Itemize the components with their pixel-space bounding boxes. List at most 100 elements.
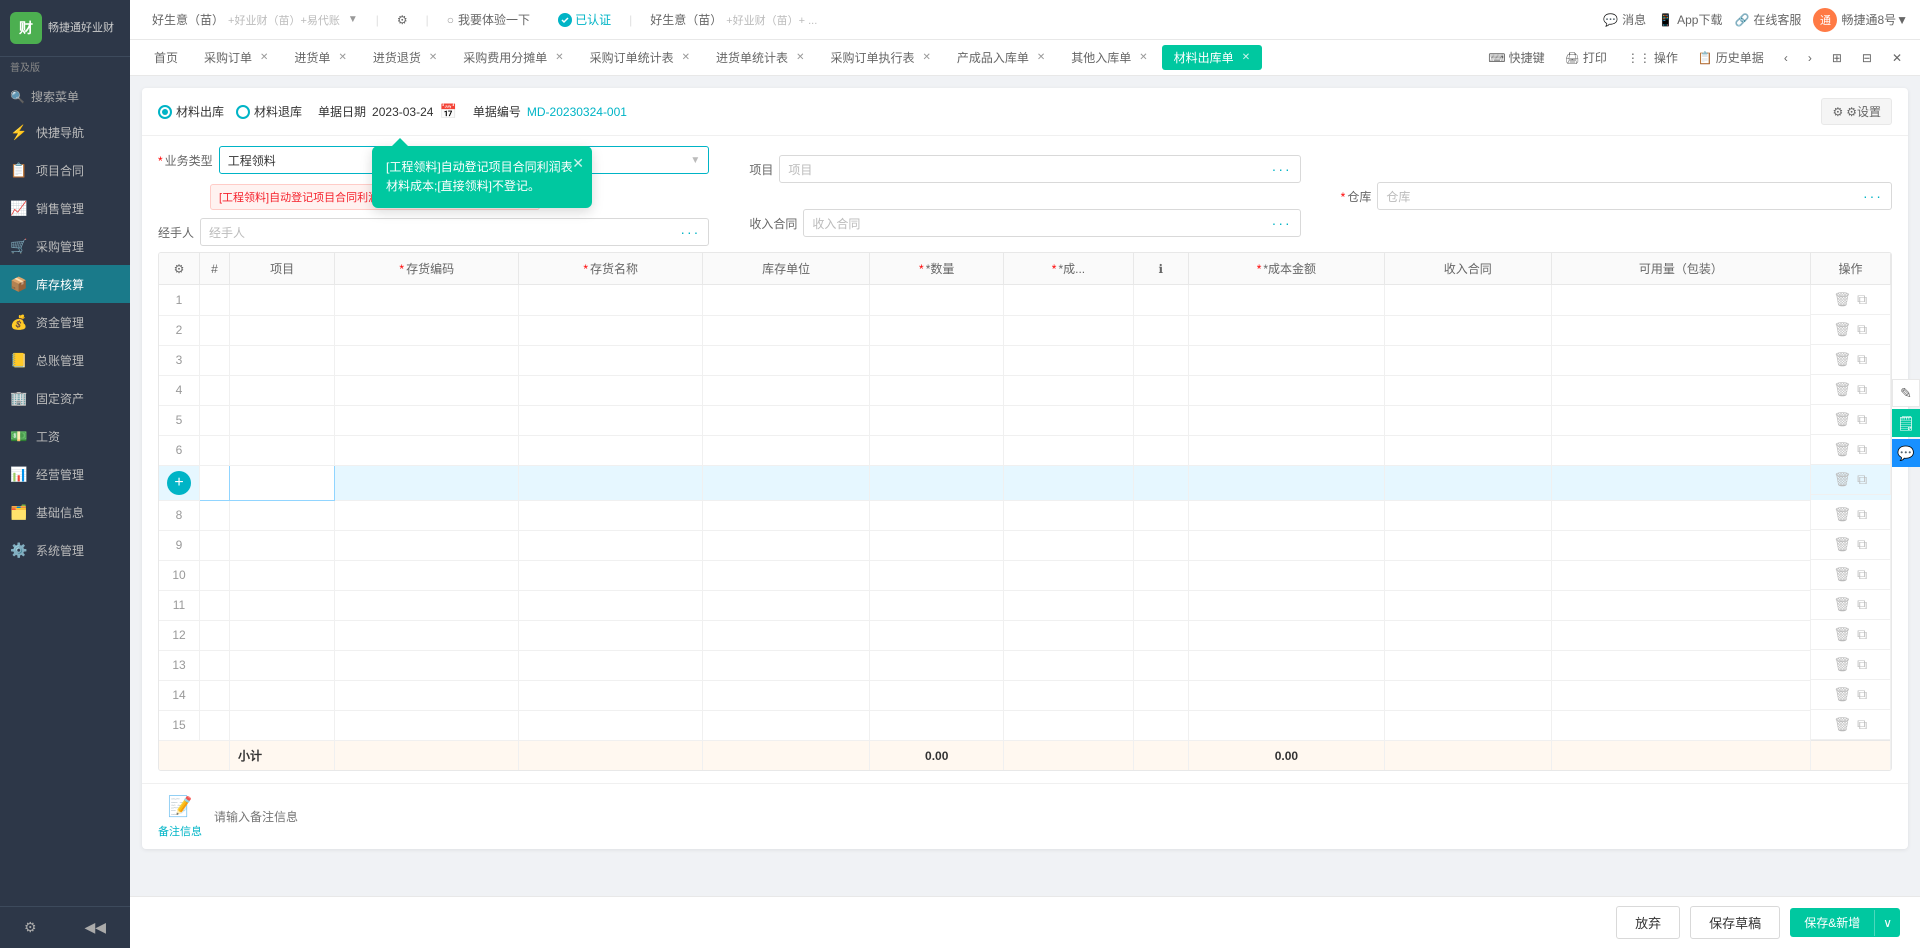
close-other-inbound-tab[interactable]: ✕: [1139, 52, 1147, 63]
topbar-online-service-btn[interactable]: 🔗 在线客服: [1734, 11, 1801, 28]
income-contract-dots-link[interactable]: ···: [1272, 215, 1292, 231]
secondbar-tab-purchase-fee[interactable]: 采购费用分摊单 ✕: [451, 45, 575, 70]
secondbar-tab-purchase-exec[interactable]: 采购订单执行表 ✕: [818, 45, 942, 70]
warehouse-dots-link[interactable]: ···: [1863, 188, 1883, 204]
copy-row-3-btn[interactable]: ⧉: [1857, 351, 1867, 368]
history-btn[interactable]: 📋 历史单据: [1692, 46, 1770, 69]
sidebar-collapse-btn[interactable]: ◀◀: [76, 915, 114, 940]
delete-row-5-btn[interactable]: 🗑: [1833, 411, 1851, 428]
form-settings-btn[interactable]: ⚙ ⚙设置: [1821, 98, 1892, 125]
delete-row-12-btn[interactable]: 🗑: [1833, 626, 1851, 643]
save-new-arrow-btn[interactable]: ∨: [1874, 910, 1900, 936]
income-contract-input[interactable]: 收入合同 ···: [803, 209, 1300, 237]
calendar-icon[interactable]: 📅: [439, 103, 456, 120]
copy-row-8-btn[interactable]: ⧉: [1857, 506, 1867, 523]
radio-material-return[interactable]: 材料退库: [236, 103, 302, 120]
delete-row-7-btn[interactable]: 🗑: [1833, 471, 1851, 488]
add-row-btn[interactable]: +: [167, 471, 191, 495]
save-new-main-btn[interactable]: 保存&新增: [1790, 908, 1874, 937]
topbar-trial-btn[interactable]: ○ 我要体验一下: [437, 7, 540, 32]
handler-dots-link[interactable]: ···: [680, 224, 700, 240]
sidebar-item-ops[interactable]: 📊 经营管理: [0, 455, 130, 493]
copy-row-6-btn[interactable]: ⧉: [1857, 441, 1867, 458]
secondbar-tab-other-inbound[interactable]: 其他入库单 ✕: [1059, 45, 1159, 70]
close-inbound-tab[interactable]: ✕: [338, 52, 346, 63]
close-window-btn[interactable]: ✕: [1886, 48, 1908, 68]
copy-row-4-btn[interactable]: ⧉: [1857, 381, 1867, 398]
delete-row-3-btn[interactable]: 🗑: [1833, 351, 1851, 368]
close-inbound-stat-tab[interactable]: ✕: [796, 52, 804, 63]
delete-row-9-btn[interactable]: 🗑: [1833, 536, 1851, 553]
sidebar-item-assets[interactable]: 🏢 固定资产: [0, 379, 130, 417]
prev-btn[interactable]: ‹: [1778, 48, 1794, 68]
copy-row-15-btn[interactable]: ⧉: [1857, 716, 1867, 733]
close-product-inbound-tab[interactable]: ✕: [1037, 52, 1045, 63]
close-purchase-exec-tab[interactable]: ✕: [922, 52, 930, 63]
handler-input[interactable]: 经手人 ···: [200, 218, 709, 246]
th-info-icon[interactable]: ℹ: [1133, 253, 1188, 285]
tooltip-close-btn[interactable]: ✕: [572, 152, 584, 174]
delete-row-1-btn[interactable]: 🗑: [1833, 291, 1851, 308]
delete-row-14-btn[interactable]: 🗑: [1833, 686, 1851, 703]
project-input[interactable]: 项目 ···: [779, 155, 1300, 183]
project-dots-link[interactable]: ···: [1272, 161, 1292, 177]
topbar-tab-good-business2[interactable]: 好生意（苗） +好业财（苗）+ ...: [640, 7, 827, 32]
th-settings[interactable]: ⚙: [159, 253, 200, 285]
delete-row-4-btn[interactable]: 🗑: [1833, 381, 1851, 398]
sidebar-settings-btn[interactable]: ⚙: [16, 915, 45, 940]
delete-row-15-btn[interactable]: 🗑: [1833, 716, 1851, 733]
print-btn[interactable]: 🖨 打印: [1559, 46, 1613, 69]
secondbar-tab-inbound-return[interactable]: 进货退货 ✕: [361, 45, 449, 70]
view-list-btn[interactable]: ⊞: [1826, 48, 1848, 68]
remarks-input[interactable]: [214, 799, 1892, 835]
close-inbound-return-tab[interactable]: ✕: [429, 52, 437, 63]
topbar-user-avatar[interactable]: 通 畅捷通8号▼: [1813, 8, 1908, 32]
save-draft-btn[interactable]: 保存草稿: [1690, 906, 1780, 939]
close-purchase-order-tab[interactable]: ✕: [260, 52, 268, 63]
sidebar-item-inventory[interactable]: 📦 库存核算: [0, 265, 130, 303]
sidebar-item-ledger[interactable]: 📒 总账管理: [0, 341, 130, 379]
secondbar-tab-purchase-stat[interactable]: 采购订单统计表 ✕: [578, 45, 702, 70]
sidebar-item-quicknav[interactable]: ⚡ 快捷导航: [0, 113, 130, 151]
copy-row-7-btn[interactable]: ⧉: [1857, 471, 1867, 488]
copy-row-11-btn[interactable]: ⧉: [1857, 596, 1867, 613]
close-material-out-tab[interactable]: ✕: [1242, 52, 1250, 63]
secondbar-tab-product-inbound[interactable]: 产成品入库单 ✕: [945, 45, 1057, 70]
sidebar-search[interactable]: 🔍 搜索菜单: [0, 80, 130, 113]
right-float-edit-btn[interactable]: ✎: [1892, 379, 1920, 407]
warehouse-input[interactable]: 仓库 ···: [1377, 182, 1892, 210]
view-grid-btn[interactable]: ⊟: [1856, 48, 1878, 68]
delete-row-10-btn[interactable]: 🗑: [1833, 566, 1851, 583]
secondbar-tab-inbound-stat[interactable]: 进货单统计表 ✕: [704, 45, 816, 70]
copy-row-14-btn[interactable]: ⧉: [1857, 686, 1867, 703]
sidebar-item-finance[interactable]: 💰 资金管理: [0, 303, 130, 341]
copy-row-5-btn[interactable]: ⧉: [1857, 411, 1867, 428]
copy-row-1-btn[interactable]: ⧉: [1857, 291, 1867, 308]
delete-row-2-btn[interactable]: 🗑: [1833, 321, 1851, 338]
abandon-btn[interactable]: 放弃: [1616, 906, 1680, 939]
topbar-settings-btn[interactable]: ⚙: [387, 9, 418, 31]
delete-row-6-btn[interactable]: 🗑: [1833, 441, 1851, 458]
topbar-message-btn[interactable]: 💬 消息: [1603, 11, 1646, 28]
right-float-blue-btn[interactable]: 💬: [1892, 439, 1920, 467]
close-purchase-fee-tab[interactable]: ✕: [555, 52, 563, 63]
copy-row-13-btn[interactable]: ⧉: [1857, 656, 1867, 673]
topbar-tab-good-business[interactable]: 好生意（苗） +好业财（苗）+易代账 ▼: [142, 7, 368, 32]
radio-material-out[interactable]: 材料出库: [158, 103, 224, 120]
secondbar-tab-purchase-order[interactable]: 采购订单 ✕: [192, 45, 280, 70]
copy-row-10-btn[interactable]: ⧉: [1857, 566, 1867, 583]
delete-row-8-btn[interactable]: 🗑: [1833, 506, 1851, 523]
delete-row-13-btn[interactable]: 🗑: [1833, 656, 1851, 673]
copy-row-9-btn[interactable]: ⧉: [1857, 536, 1867, 553]
sidebar-item-project[interactable]: 📋 项目合同: [0, 151, 130, 189]
right-float-green-btn[interactable]: 🗒: [1892, 409, 1920, 437]
operation-btn[interactable]: ⋮⋮ 操作: [1621, 46, 1684, 69]
copy-row-12-btn[interactable]: ⧉: [1857, 626, 1867, 643]
next-btn[interactable]: ›: [1802, 48, 1818, 68]
sidebar-item-system[interactable]: ⚙️ 系统管理: [0, 531, 130, 569]
sidebar-item-sales[interactable]: 📈 销售管理: [0, 189, 130, 227]
sidebar-item-purchase[interactable]: 🛒 采购管理: [0, 227, 130, 265]
topbar-app-download-btn[interactable]: 📱 App下载: [1658, 11, 1722, 28]
sidebar-item-salary[interactable]: 💵 工资: [0, 417, 130, 455]
copy-row-2-btn[interactable]: ⧉: [1857, 321, 1867, 338]
